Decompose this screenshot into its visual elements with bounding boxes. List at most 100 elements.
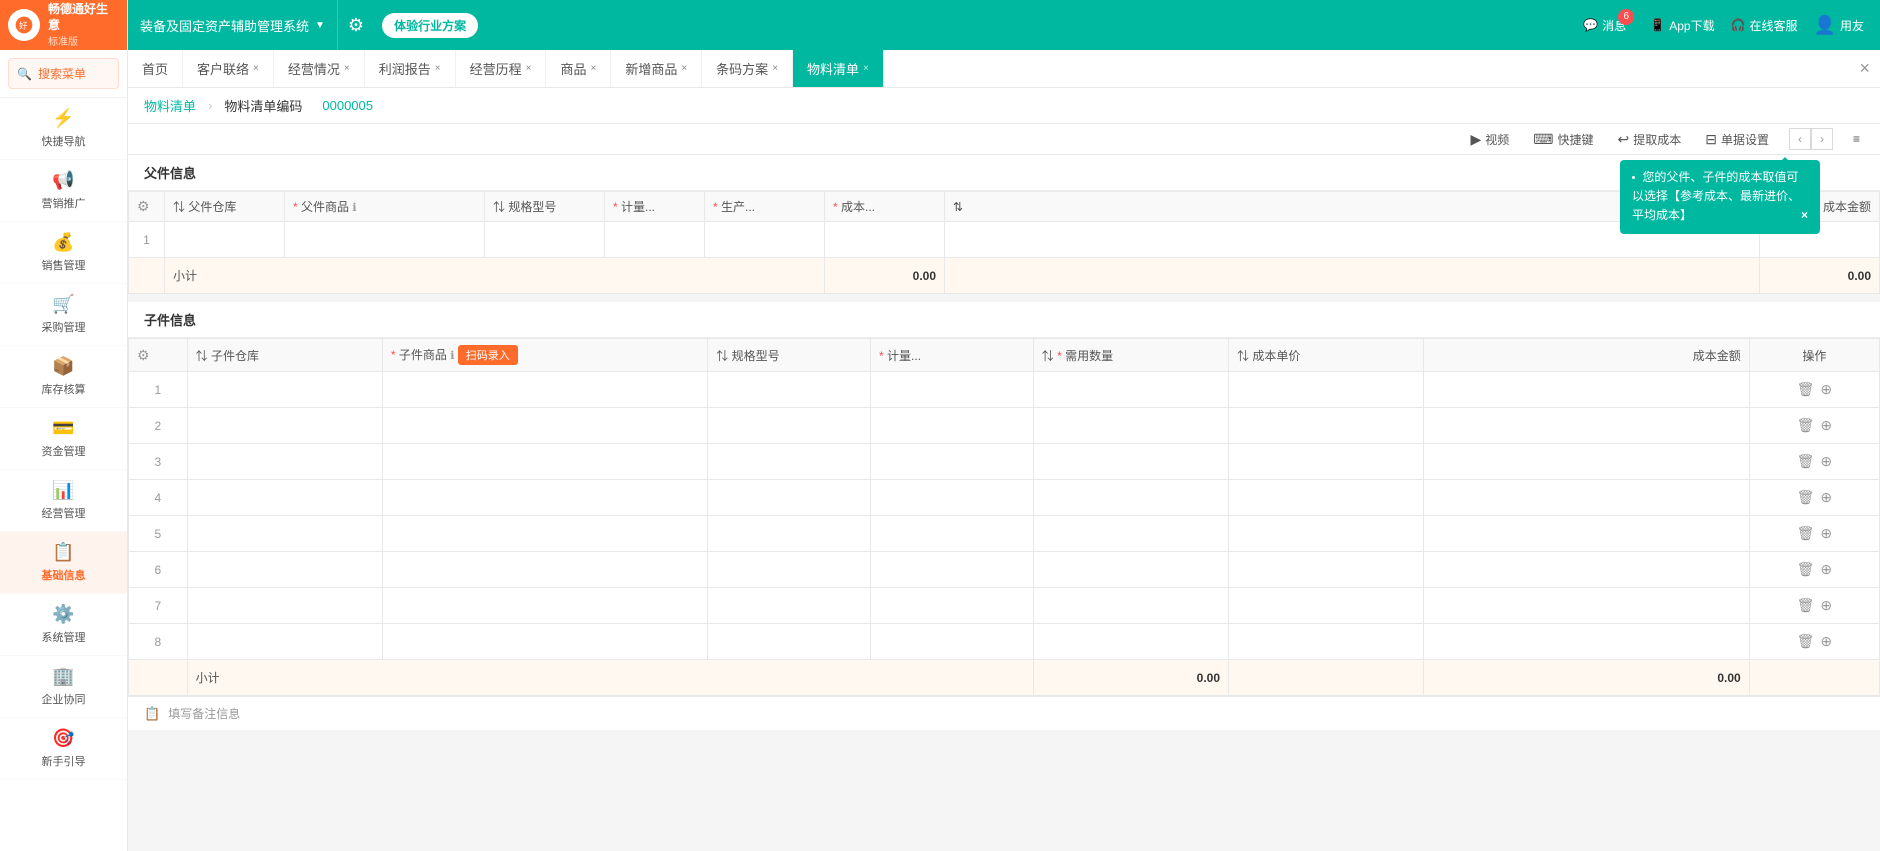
- sidebar-item-finance[interactable]: 💳 资金管理: [0, 408, 127, 470]
- copy-icon[interactable]: ⊕: [1820, 417, 1832, 434]
- copy-icon[interactable]: ⊕: [1820, 597, 1832, 614]
- child-goods-cell[interactable]: [382, 372, 707, 408]
- view-video-button[interactable]: ▶ 视频: [1466, 129, 1513, 150]
- sidebar-item-quick-nav[interactable]: ⚡ 快捷导航: [0, 98, 127, 160]
- sidebar-item-purchase[interactable]: 🛒 采购管理: [0, 284, 127, 346]
- child-warehouse-cell[interactable]: [187, 444, 382, 480]
- copy-icon[interactable]: ⊕: [1820, 525, 1832, 542]
- child-qty-cell[interactable]: [1033, 624, 1228, 660]
- tab-close-icon[interactable]: ×: [435, 63, 441, 74]
- prev-record-button[interactable]: ‹: [1789, 128, 1811, 150]
- child-spec-cell[interactable]: [708, 444, 871, 480]
- child-amount-cell[interactable]: [1424, 408, 1749, 444]
- config-icon[interactable]: ⚙: [137, 347, 150, 363]
- app-download-action[interactable]: 📱 App下载: [1650, 17, 1714, 34]
- child-goods-cell[interactable]: [382, 552, 707, 588]
- delete-icon[interactable]: 🗑: [1797, 489, 1815, 506]
- child-unit-cost-cell[interactable]: [1229, 480, 1424, 516]
- delete-icon[interactable]: 🗑: [1797, 561, 1815, 578]
- trial-button[interactable]: 体验行业方案: [382, 13, 478, 38]
- sidebar-item-inventory[interactable]: 📦 库存核算: [0, 346, 127, 408]
- child-unit-cell[interactable]: [871, 372, 1034, 408]
- note-text[interactable]: 填写备注信息: [168, 705, 240, 722]
- tab-close-icon[interactable]: ×: [590, 63, 596, 74]
- tab-history[interactable]: 经营历程 ×: [456, 50, 547, 87]
- copy-icon[interactable]: ⊕: [1820, 633, 1832, 650]
- child-unit-cost-cell[interactable]: [1229, 444, 1424, 480]
- child-warehouse-cell[interactable]: [187, 588, 382, 624]
- delete-icon[interactable]: 🗑: [1797, 453, 1815, 470]
- tab-close-icon[interactable]: ×: [526, 63, 532, 74]
- tab-barcode[interactable]: 条码方案 ×: [702, 50, 793, 87]
- breadcrumb-parent[interactable]: 物料清单: [144, 96, 196, 115]
- tooltip-close-button[interactable]: ×: [1801, 206, 1808, 225]
- child-unit-cell[interactable]: [871, 444, 1034, 480]
- delete-icon[interactable]: 🗑: [1797, 381, 1815, 398]
- child-goods-cell[interactable]: [382, 480, 707, 516]
- message-action[interactable]: 💬 6 消息: [1583, 17, 1626, 34]
- list-view-button[interactable]: ≡: [1849, 130, 1864, 148]
- extract-cost-button[interactable]: ↩ 提取成本: [1613, 129, 1685, 150]
- tab-bom[interactable]: 物料清单 ×: [793, 50, 884, 87]
- child-qty-cell[interactable]: [1033, 480, 1228, 516]
- delete-icon[interactable]: 🗑: [1797, 633, 1815, 650]
- tab-profit[interactable]: 利润报告 ×: [365, 50, 456, 87]
- child-spec-cell[interactable]: [708, 372, 871, 408]
- child-goods-cell[interactable]: [382, 588, 707, 624]
- tab-customer[interactable]: 客户联络 ×: [183, 50, 274, 87]
- child-goods-cell[interactable]: [382, 408, 707, 444]
- child-goods-cell[interactable]: [382, 444, 707, 480]
- child-unit-cost-cell[interactable]: [1229, 588, 1424, 624]
- child-unit-cost-cell[interactable]: [1229, 624, 1424, 660]
- tab-new-goods[interactable]: 新增商品 ×: [611, 50, 702, 87]
- child-goods-cell[interactable]: [382, 624, 707, 660]
- child-spec-cell[interactable]: [708, 480, 871, 516]
- single-settings-button[interactable]: ⊟ 单据设置: [1701, 129, 1773, 150]
- child-qty-cell[interactable]: [1033, 516, 1228, 552]
- copy-icon[interactable]: ⊕: [1820, 453, 1832, 470]
- sidebar-item-system[interactable]: ⚙️ 系统管理: [0, 594, 127, 656]
- child-spec-cell[interactable]: [708, 624, 871, 660]
- child-amount-cell[interactable]: [1424, 480, 1749, 516]
- tab-operations[interactable]: 经营情况 ×: [274, 50, 365, 87]
- user-menu[interactable]: 👤 用友: [1814, 15, 1864, 36]
- tab-close-icon[interactable]: ×: [253, 63, 259, 74]
- child-goods-cell[interactable]: [382, 516, 707, 552]
- child-warehouse-cell[interactable]: [187, 624, 382, 660]
- child-unit-cell[interactable]: [871, 552, 1034, 588]
- child-warehouse-cell[interactable]: [187, 408, 382, 444]
- search-menu-button[interactable]: 🔍 搜索菜单: [8, 58, 119, 89]
- child-amount-cell[interactable]: [1424, 444, 1749, 480]
- tab-close-icon[interactable]: ×: [681, 63, 687, 74]
- parent-col-config[interactable]: ⚙: [129, 192, 165, 222]
- child-spec-cell[interactable]: [708, 516, 871, 552]
- delete-icon[interactable]: 🗑: [1797, 417, 1815, 434]
- child-qty-cell[interactable]: [1033, 552, 1228, 588]
- sidebar-item-sales[interactable]: 💰 销售管理: [0, 222, 127, 284]
- delete-icon[interactable]: 🗑: [1797, 597, 1815, 614]
- child-spec-cell[interactable]: [708, 588, 871, 624]
- close-all-tabs-button[interactable]: ×: [1849, 58, 1880, 79]
- child-unit-cell[interactable]: [871, 516, 1034, 552]
- child-amount-cell[interactable]: [1424, 552, 1749, 588]
- copy-icon[interactable]: ⊕: [1820, 381, 1832, 398]
- copy-icon[interactable]: ⊕: [1820, 489, 1832, 506]
- child-unit-cost-cell[interactable]: [1229, 552, 1424, 588]
- parent-unit-cell[interactable]: [605, 222, 705, 258]
- sidebar-item-basic-info[interactable]: 📋 基础信息: [0, 532, 127, 594]
- delete-icon[interactable]: 🗑: [1797, 525, 1815, 542]
- child-qty-cell[interactable]: [1033, 408, 1228, 444]
- child-unit-cell[interactable]: [871, 624, 1034, 660]
- copy-icon[interactable]: ⊕: [1820, 561, 1832, 578]
- child-unit-cell[interactable]: [871, 480, 1034, 516]
- child-unit-cell[interactable]: [871, 588, 1034, 624]
- child-unit-cost-cell[interactable]: [1229, 408, 1424, 444]
- parent-warehouse-cell[interactable]: [165, 222, 285, 258]
- child-unit-cost-cell[interactable]: [1229, 516, 1424, 552]
- child-warehouse-cell[interactable]: [187, 552, 382, 588]
- child-warehouse-cell[interactable]: [187, 480, 382, 516]
- child-spec-cell[interactable]: [708, 408, 871, 444]
- child-qty-cell[interactable]: [1033, 372, 1228, 408]
- child-warehouse-cell[interactable]: [187, 372, 382, 408]
- shortcut-button[interactable]: ⌨ 快捷键: [1529, 129, 1597, 150]
